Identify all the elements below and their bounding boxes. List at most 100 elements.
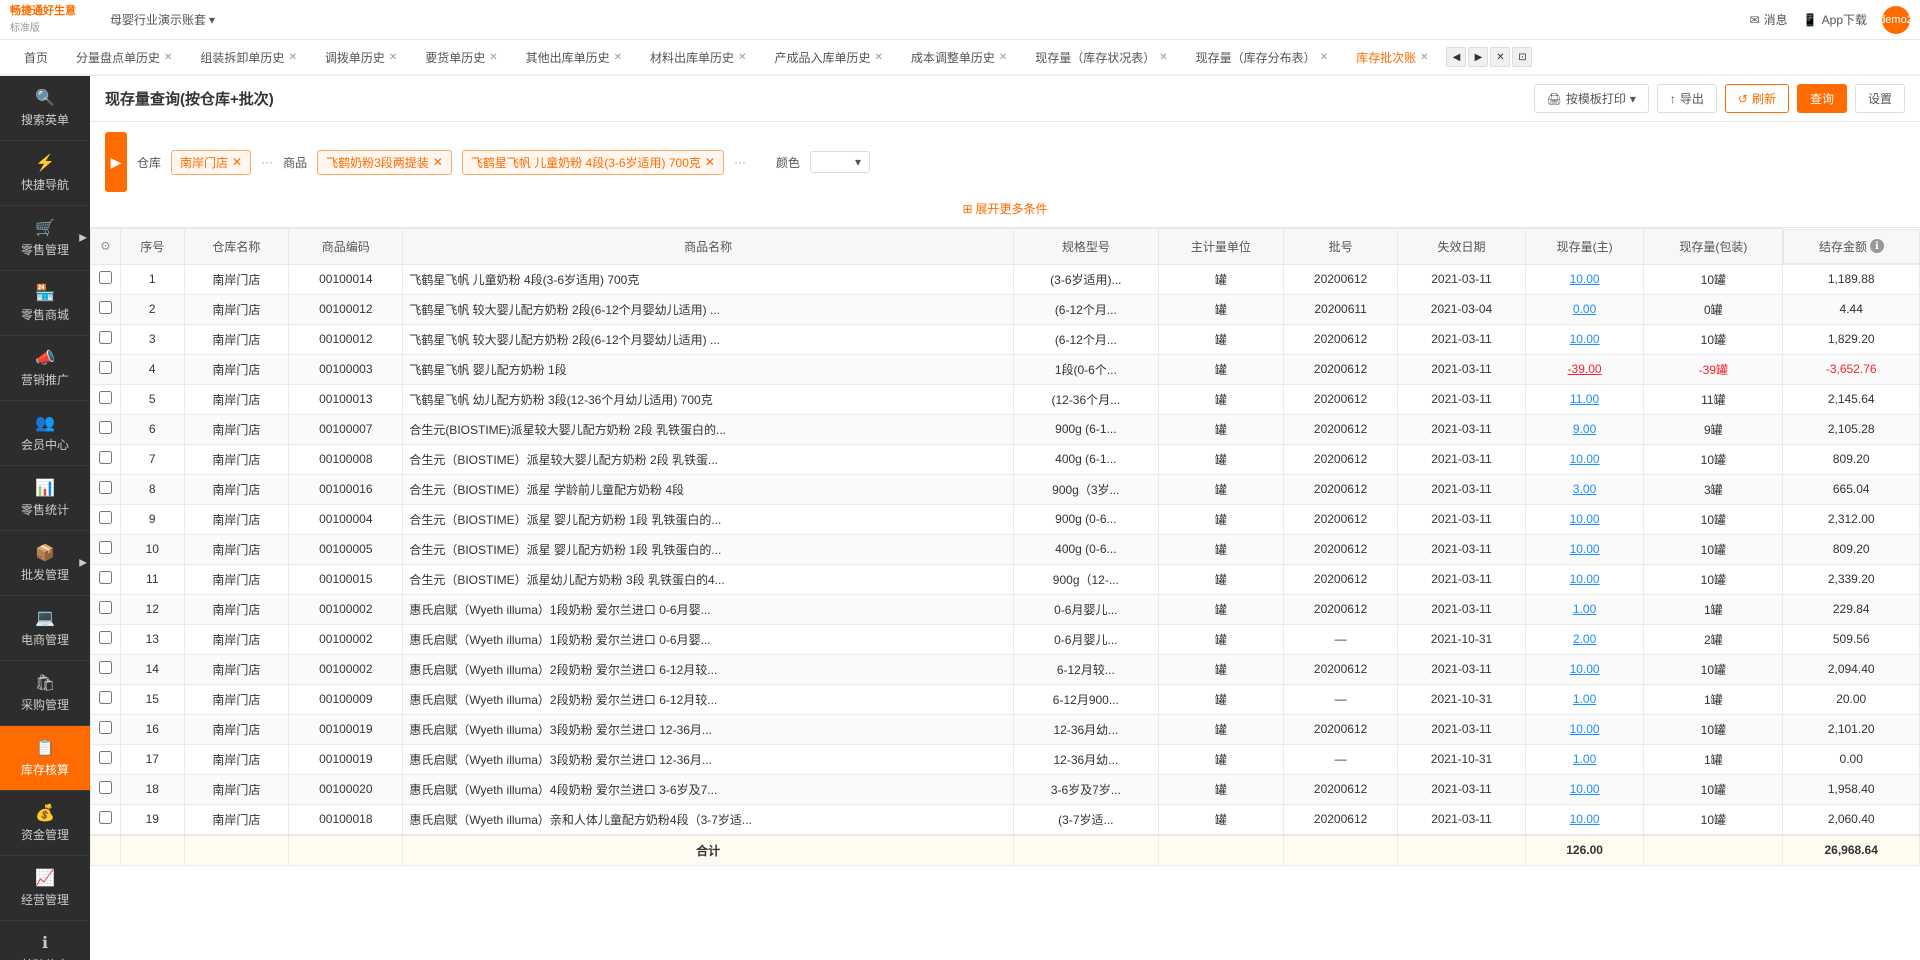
close-icon[interactable]: ✕ (389, 52, 397, 63)
sidebar-item-basic[interactable]: ℹ 基础信息 (0, 921, 90, 960)
close-icon[interactable]: ✕ (1159, 52, 1167, 63)
close-icon[interactable]: ✕ (288, 52, 296, 63)
td-stock-main[interactable]: 10.00 (1525, 654, 1643, 684)
close-icon[interactable]: ✕ (614, 52, 622, 63)
expand-conditions-btn[interactable]: ⊞ 展开更多条件 (105, 200, 1905, 217)
close-icon[interactable]: ✕ (1320, 52, 1328, 63)
row-checkbox[interactable] (99, 331, 112, 344)
product1-remove-btn[interactable]: ✕ (433, 155, 443, 169)
td-stock-main[interactable]: 10.00 (1525, 564, 1643, 594)
app-download-btn[interactable]: 📱 App下载 (1803, 11, 1867, 28)
tab-stock-status[interactable]: 现存量（库存状况表） ✕ (1021, 41, 1181, 74)
gear-icon[interactable]: ⚙ (100, 239, 111, 253)
row-checkbox[interactable] (99, 751, 112, 764)
sidebar-item-members[interactable]: 👥 会员中心 (0, 401, 90, 466)
sidebar-item-wholesale[interactable]: 📦 批发管理 ▶ (0, 531, 90, 596)
color-select[interactable]: ▾ (810, 151, 870, 173)
warehouse-remove-btn[interactable]: ✕ (232, 155, 242, 169)
messages-btn[interactable]: ✉ 消息 (1750, 11, 1788, 28)
tab-transfer[interactable]: 调拨单历史 ✕ (311, 41, 411, 74)
tab-cost-adjust[interactable]: 成本调整单历史 ✕ (897, 41, 1021, 74)
tab-close-btn[interactable]: ✕ (1490, 47, 1510, 67)
tab-batch-ledger[interactable]: 库存批次账 ✕ (1342, 41, 1442, 74)
template-print-btn[interactable]: 🖨 按模板打印 ▾ (1534, 84, 1649, 113)
row-checkbox[interactable] (99, 451, 112, 464)
close-icon[interactable]: ✕ (164, 52, 172, 63)
sidebar-item-marketing[interactable]: 📣 营销推广 (0, 336, 90, 401)
row-checkbox[interactable] (99, 361, 112, 374)
sidebar-item-retail-shop[interactable]: 🏪 零售商城 (0, 271, 90, 336)
sidebar-item-operations[interactable]: 📈 经营管理 (0, 856, 90, 921)
td-stock-main[interactable]: 9.00 (1525, 414, 1643, 444)
product-more[interactable]: ··· (734, 155, 746, 169)
tab-disassemble[interactable]: 组装拆卸单历史 ✕ (186, 41, 310, 74)
td-balance: 229.84 (1783, 594, 1920, 624)
context-selector[interactable]: 母婴行业演示账套 ▾ (110, 11, 215, 28)
td-stock-main[interactable]: 10.00 (1525, 534, 1643, 564)
td-stock-main[interactable]: 10.00 (1525, 774, 1643, 804)
td-stock-main[interactable]: 11.00 (1525, 384, 1643, 414)
sidebar-item-purchase[interactable]: 🛍 采购管理 (0, 661, 90, 726)
sidebar-item-retail[interactable]: 🛒 零售管理 ▶ (0, 206, 90, 271)
tab-product-in[interactable]: 产成品入库单历史 ✕ (760, 41, 896, 74)
sidebar-item-finance[interactable]: 💰 资金管理 (0, 791, 90, 856)
td-stock-main[interactable]: 10.00 (1525, 504, 1643, 534)
close-icon[interactable]: ✕ (489, 52, 497, 63)
tab-next-btn[interactable]: ▶ (1468, 47, 1488, 67)
sidebar-item-inventory[interactable]: 📋 库存核算 (0, 726, 90, 791)
sidebar-item-shortcut[interactable]: ⚡ 快捷导航 (0, 141, 90, 206)
tab-home[interactable]: 首页 (10, 41, 62, 74)
row-checkbox[interactable] (99, 541, 112, 554)
sidebar-item-ecommerce[interactable]: 💻 电商管理 (0, 596, 90, 661)
row-checkbox[interactable] (99, 661, 112, 674)
tab-material-out[interactable]: 材料出库单历史 ✕ (636, 41, 760, 74)
close-icon[interactable]: ✕ (999, 52, 1007, 63)
refresh-btn[interactable]: ↺ 刷新 (1725, 84, 1789, 113)
row-checkbox[interactable] (99, 811, 112, 824)
tab-other-out[interactable]: 其他出库单历史 ✕ (512, 41, 636, 74)
td-stock-main[interactable]: 10.00 (1525, 324, 1643, 354)
tab-split-count[interactable]: 分量盘点单历史 ✕ (62, 41, 186, 74)
td-stock-main[interactable]: 10.00 (1525, 804, 1643, 835)
row-checkbox[interactable] (99, 601, 112, 614)
td-stock-main[interactable]: 1.00 (1525, 684, 1643, 714)
td-batch-no: 20200612 (1284, 504, 1398, 534)
row-checkbox[interactable] (99, 571, 112, 584)
td-stock-main[interactable]: 1.00 (1525, 594, 1643, 624)
tab-prev-btn[interactable]: ◀ (1446, 47, 1466, 67)
sidebar-item-retail-stats[interactable]: 📊 零售统计 (0, 466, 90, 531)
row-checkbox[interactable] (99, 481, 112, 494)
row-checkbox[interactable] (99, 511, 112, 524)
td-stock-main[interactable]: 10.00 (1525, 264, 1643, 294)
close-icon[interactable]: ✕ (738, 52, 746, 63)
export-btn[interactable]: ↑ 导出 (1657, 84, 1717, 113)
filter-collapse-btn[interactable]: ▶ (105, 132, 127, 192)
tab-menu-btn[interactable]: ⊡ (1512, 47, 1532, 67)
td-stock-main[interactable]: -39.00 (1525, 354, 1643, 384)
row-checkbox[interactable] (99, 781, 112, 794)
balance-info-icon[interactable]: ℹ (1870, 239, 1884, 253)
user-profile[interactable]: demo2 (1882, 6, 1910, 34)
row-checkbox[interactable] (99, 631, 112, 644)
td-stock-main[interactable]: 3.00 (1525, 474, 1643, 504)
row-checkbox[interactable] (99, 391, 112, 404)
settings-btn[interactable]: 设置 (1855, 84, 1905, 113)
td-stock-main[interactable]: 10.00 (1525, 714, 1643, 744)
td-stock-main[interactable]: 10.00 (1525, 444, 1643, 474)
row-checkbox[interactable] (99, 421, 112, 434)
row-checkbox[interactable] (99, 721, 112, 734)
product2-remove-btn[interactable]: ✕ (705, 155, 715, 169)
close-icon[interactable]: ✕ (874, 52, 882, 63)
td-stock-main[interactable]: 2.00 (1525, 624, 1643, 654)
close-icon[interactable]: ✕ (1420, 52, 1428, 63)
td-stock-main[interactable]: 0.00 (1525, 294, 1643, 324)
row-checkbox[interactable] (99, 271, 112, 284)
tab-require[interactable]: 要货单历史 ✕ (411, 41, 511, 74)
sidebar-item-search[interactable]: 🔍 搜索英单 (0, 76, 90, 141)
query-btn[interactable]: 查询 (1797, 84, 1847, 113)
row-checkbox[interactable] (99, 691, 112, 704)
warehouse-more[interactable]: ··· (261, 155, 273, 169)
tab-stock-dist[interactable]: 现存量（库存分布表） ✕ (1182, 41, 1342, 74)
td-stock-main[interactable]: 1.00 (1525, 744, 1643, 774)
row-checkbox[interactable] (99, 301, 112, 314)
